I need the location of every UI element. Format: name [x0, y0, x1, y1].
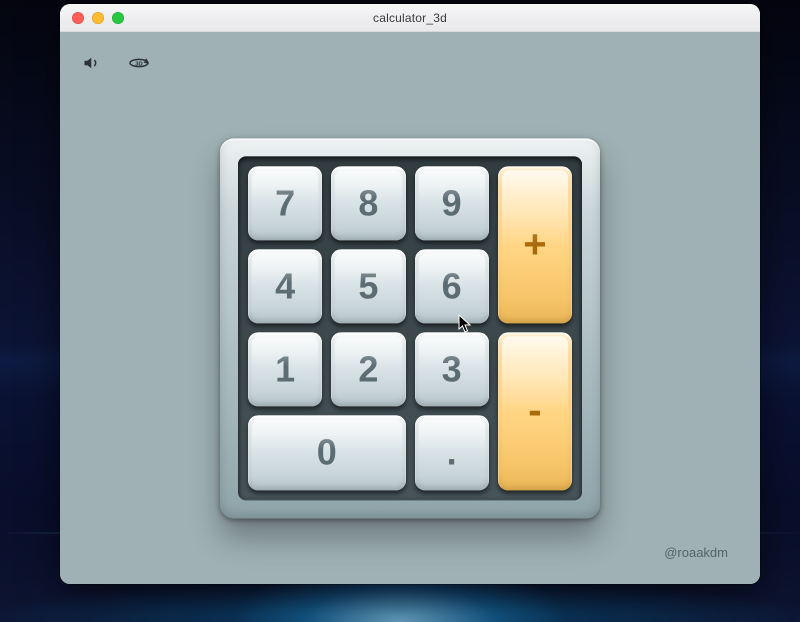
- app-content: 3D 7 8 9 + 4 5 6 1 2 3 - 0 .: [60, 32, 760, 584]
- key-6[interactable]: 6: [415, 249, 489, 323]
- app-window: calculator_3d 3D 7 8 9: [60, 4, 760, 584]
- toolbar: 3D: [78, 50, 154, 79]
- key-1[interactable]: 1: [248, 332, 322, 406]
- key-9[interactable]: 9: [415, 166, 489, 240]
- author-credit: @roaakdm: [664, 545, 728, 560]
- key-5[interactable]: 5: [331, 249, 405, 323]
- rotate-3d-button[interactable]: 3D: [124, 50, 154, 79]
- keypad: 7 8 9 + 4 5 6 1 2 3 - 0 .: [238, 156, 582, 500]
- key-dot[interactable]: .: [415, 416, 489, 490]
- keypad-bezel: 7 8 9 + 4 5 6 1 2 3 - 0 .: [220, 138, 600, 518]
- titlebar[interactable]: calculator_3d: [60, 4, 760, 32]
- key-minus[interactable]: -: [498, 332, 572, 490]
- key-4[interactable]: 4: [248, 249, 322, 323]
- key-7[interactable]: 7: [248, 166, 322, 240]
- rotate-3d-icon: 3D: [128, 54, 150, 72]
- key-3[interactable]: 3: [415, 332, 489, 406]
- svg-text:3D: 3D: [135, 61, 142, 67]
- sound-icon: [82, 54, 102, 72]
- minimize-window-button[interactable]: [92, 12, 104, 24]
- sound-toggle-button[interactable]: [78, 50, 106, 79]
- window-controls: [72, 12, 124, 24]
- key-8[interactable]: 8: [331, 166, 405, 240]
- close-window-button[interactable]: [72, 12, 84, 24]
- key-plus[interactable]: +: [498, 166, 572, 324]
- zoom-window-button[interactable]: [112, 12, 124, 24]
- window-title: calculator_3d: [373, 11, 447, 25]
- key-0[interactable]: 0: [248, 416, 406, 490]
- key-2[interactable]: 2: [331, 332, 405, 406]
